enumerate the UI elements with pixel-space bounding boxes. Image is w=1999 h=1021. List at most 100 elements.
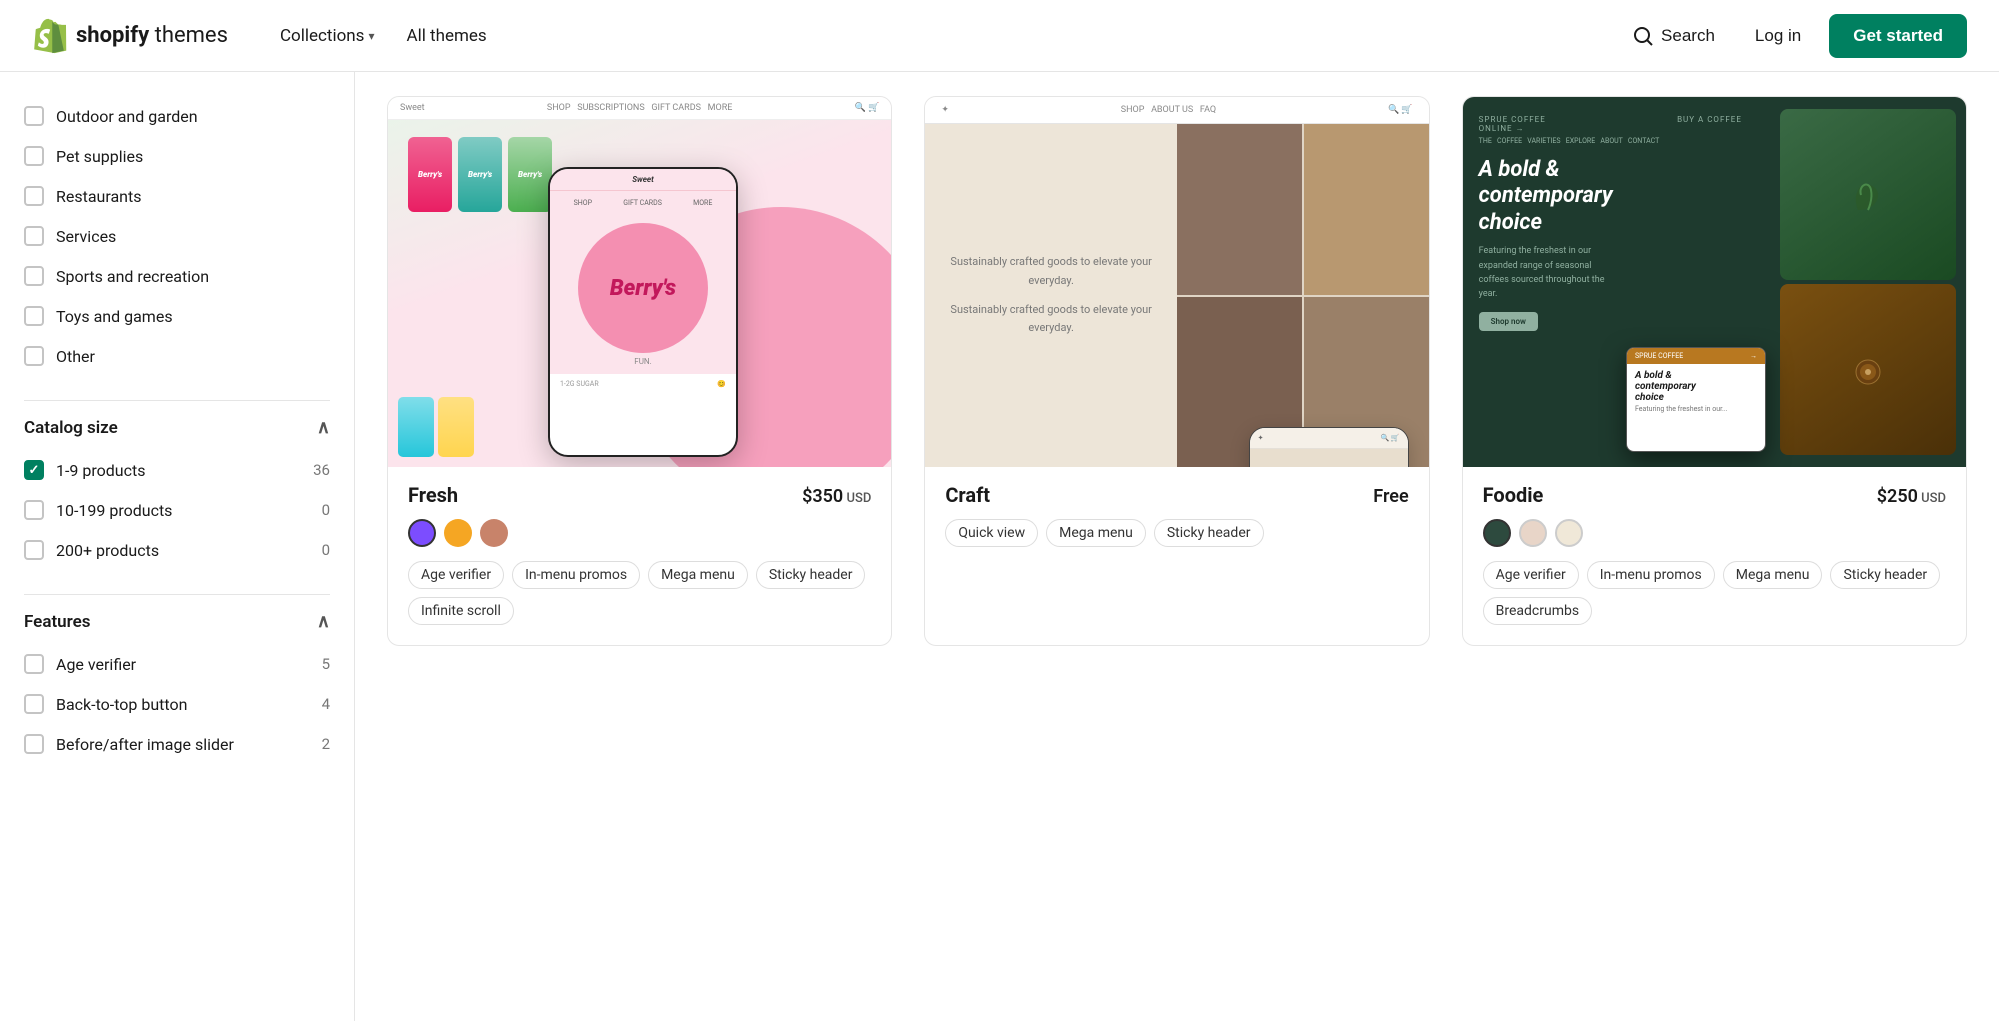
theme-name-foodie: Foodie bbox=[1483, 483, 1544, 507]
swatch-fresh-purple[interactable] bbox=[408, 519, 436, 547]
swatch-fresh-orange[interactable] bbox=[444, 519, 472, 547]
theme-info-craft: Craft Free Quick view Mega menu Sticky h… bbox=[925, 467, 1428, 567]
filter-item-200plus-products[interactable]: 200+ products 0 bbox=[24, 530, 330, 570]
filter-label-age-verifier: Age verifier bbox=[56, 655, 136, 674]
filter-item-services[interactable]: Services bbox=[24, 216, 330, 256]
divider-2 bbox=[24, 594, 330, 595]
tag-mega-menu-foodie[interactable]: Mega menu bbox=[1723, 561, 1823, 589]
category-filter-section: Outdoor and garden Pet supplies Restaura… bbox=[24, 96, 330, 376]
filter-item-10-199-products[interactable]: 10-199 products 0 bbox=[24, 490, 330, 530]
nav-all-themes[interactable]: All themes bbox=[394, 18, 498, 54]
checkbox-other[interactable] bbox=[24, 346, 44, 366]
tag-infinite-scroll[interactable]: Infinite scroll bbox=[408, 597, 514, 625]
filter-count-10-199-products: 0 bbox=[322, 501, 330, 519]
nav-collections[interactable]: Collections ▾ bbox=[268, 18, 387, 54]
tag-sticky-header-craft[interactable]: Sticky header bbox=[1154, 519, 1264, 547]
get-started-button[interactable]: Get started bbox=[1829, 14, 1967, 58]
filter-item-sports-recreation[interactable]: Sports and recreation bbox=[24, 256, 330, 296]
theme-card-fresh[interactable]: Sweet SHOP SUBSCRIPTIONS GIFT CARDS MORE… bbox=[387, 96, 892, 646]
login-button[interactable]: Log in bbox=[1743, 18, 1813, 54]
checkbox-services[interactable] bbox=[24, 226, 44, 246]
filter-label-outdoor-garden: Outdoor and garden bbox=[56, 107, 198, 126]
checkbox-age-verifier[interactable] bbox=[24, 654, 44, 674]
filter-count-1-9-products: 36 bbox=[313, 461, 330, 479]
filter-label-toys-games: Toys and games bbox=[56, 307, 173, 326]
checkbox-toys-games[interactable] bbox=[24, 306, 44, 326]
filter-item-back-to-top[interactable]: Back-to-top button 4 bbox=[24, 684, 330, 724]
tag-sticky-header-foodie[interactable]: Sticky header bbox=[1830, 561, 1940, 589]
logo-text: shopify themes bbox=[76, 23, 228, 48]
logo[interactable]: shopify themes bbox=[32, 18, 228, 54]
tag-age-verifier[interactable]: Age verifier bbox=[408, 561, 504, 589]
filter-item-other[interactable]: Other bbox=[24, 336, 330, 376]
theme-info-fresh: Fresh $350 USD Age verifier In-menu prom… bbox=[388, 467, 891, 645]
tag-mega-menu-craft[interactable]: Mega menu bbox=[1046, 519, 1146, 547]
filter-count-200plus-products: 0 bbox=[322, 541, 330, 559]
swatch-foodie-dark-green[interactable] bbox=[1483, 519, 1511, 547]
theme-name-row-foodie: Foodie $250 USD bbox=[1483, 483, 1946, 507]
checkbox-1-9-products[interactable] bbox=[24, 460, 44, 480]
theme-card-craft[interactable]: ✦ SHOP ABOUT US FAQ 🔍 🛒 Sustainably craf… bbox=[924, 96, 1429, 646]
filter-label-other: Other bbox=[56, 347, 95, 366]
filter-label-10-199-products: 10-199 products bbox=[56, 501, 172, 520]
filter-count-age-verifier: 5 bbox=[322, 655, 330, 673]
theme-card-foodie[interactable]: SPRUE COFFEE BUY A COFFEE ONLINE → THE C… bbox=[1462, 96, 1967, 646]
main-content: Sweet SHOP SUBSCRIPTIONS GIFT CARDS MORE… bbox=[355, 72, 1999, 1021]
checkbox-200plus-products[interactable] bbox=[24, 540, 44, 560]
theme-preview-foodie: SPRUE COFFEE BUY A COFFEE ONLINE → THE C… bbox=[1463, 97, 1966, 467]
sidebar: Outdoor and garden Pet supplies Restaura… bbox=[0, 72, 355, 1021]
filter-item-restaurants[interactable]: Restaurants bbox=[24, 176, 330, 216]
theme-info-foodie: Foodie $250 USD Age verifier In-menu pro… bbox=[1463, 467, 1966, 645]
checkbox-sports-recreation[interactable] bbox=[24, 266, 44, 286]
tag-in-menu-promos-foodie[interactable]: In-menu promos bbox=[1587, 561, 1715, 589]
theme-name-fresh: Fresh bbox=[408, 483, 458, 507]
theme-price-foodie: $250 USD bbox=[1877, 486, 1946, 507]
filter-label-back-to-top: Back-to-top button bbox=[56, 695, 187, 714]
filter-count-back-to-top: 4 bbox=[322, 695, 330, 713]
divider-1 bbox=[24, 400, 330, 401]
filter-item-pet-supplies[interactable]: Pet supplies bbox=[24, 136, 330, 176]
header-right: Search Log in Get started bbox=[1621, 14, 1967, 58]
catalog-size-title[interactable]: Catalog size ∧ bbox=[24, 417, 330, 438]
swatch-foodie-cream[interactable] bbox=[1555, 519, 1583, 547]
filter-item-before-after[interactable]: Before/after image slider 2 bbox=[24, 724, 330, 764]
filter-label-sports-recreation: Sports and recreation bbox=[56, 267, 209, 286]
catalog-size-section: Catalog size ∧ 1-9 products 36 10-199 pr… bbox=[24, 417, 330, 570]
filter-label-200plus-products: 200+ products bbox=[56, 541, 159, 560]
filter-label-restaurants: Restaurants bbox=[56, 187, 142, 206]
swatch-fresh-peach[interactable] bbox=[480, 519, 508, 547]
checkbox-before-after[interactable] bbox=[24, 734, 44, 754]
theme-name-row-craft: Craft Free bbox=[945, 483, 1408, 507]
filter-label-before-after: Before/after image slider bbox=[56, 735, 234, 754]
tag-mega-menu[interactable]: Mega menu bbox=[648, 561, 748, 589]
filter-item-1-9-products[interactable]: 1-9 products 36 bbox=[24, 450, 330, 490]
tag-breadcrumbs-foodie[interactable]: Breadcrumbs bbox=[1483, 597, 1592, 625]
filter-item-age-verifier[interactable]: Age verifier 5 bbox=[24, 644, 330, 684]
theme-tags-fresh: Age verifier In-menu promos Mega menu St… bbox=[408, 561, 871, 625]
filter-item-toys-games[interactable]: Toys and games bbox=[24, 296, 330, 336]
search-icon bbox=[1633, 26, 1653, 46]
filter-count-before-after: 2 bbox=[322, 735, 330, 753]
checkbox-back-to-top[interactable] bbox=[24, 694, 44, 714]
page-layout: Outdoor and garden Pet supplies Restaura… bbox=[0, 72, 1999, 1021]
tag-age-verifier-foodie[interactable]: Age verifier bbox=[1483, 561, 1579, 589]
tag-sticky-header[interactable]: Sticky header bbox=[756, 561, 866, 589]
filter-item-outdoor-garden[interactable]: Outdoor and garden bbox=[24, 96, 330, 136]
checkbox-pet-supplies[interactable] bbox=[24, 146, 44, 166]
chevron-up-icon-features: ∧ bbox=[317, 611, 330, 632]
theme-preview-craft: ✦ SHOP ABOUT US FAQ 🔍 🛒 Sustainably craf… bbox=[925, 97, 1428, 467]
tag-quick-view[interactable]: Quick view bbox=[945, 519, 1038, 547]
filter-label-pet-supplies: Pet supplies bbox=[56, 147, 143, 166]
checkbox-restaurants[interactable] bbox=[24, 186, 44, 206]
checkbox-10-199-products[interactable] bbox=[24, 500, 44, 520]
chevron-down-icon: ▾ bbox=[368, 29, 374, 43]
header: shopify themes Collections ▾ All themes … bbox=[0, 0, 1999, 72]
features-title[interactable]: Features ∧ bbox=[24, 611, 330, 632]
theme-tags-craft: Quick view Mega menu Sticky header bbox=[945, 519, 1408, 547]
theme-price-fresh: $350 USD bbox=[802, 486, 871, 507]
swatch-foodie-light-pink[interactable] bbox=[1519, 519, 1547, 547]
themes-grid: Sweet SHOP SUBSCRIPTIONS GIFT CARDS MORE… bbox=[387, 96, 1967, 646]
checkbox-outdoor-garden[interactable] bbox=[24, 106, 44, 126]
search-button[interactable]: Search bbox=[1621, 18, 1727, 54]
tag-in-menu-promos[interactable]: In-menu promos bbox=[512, 561, 640, 589]
